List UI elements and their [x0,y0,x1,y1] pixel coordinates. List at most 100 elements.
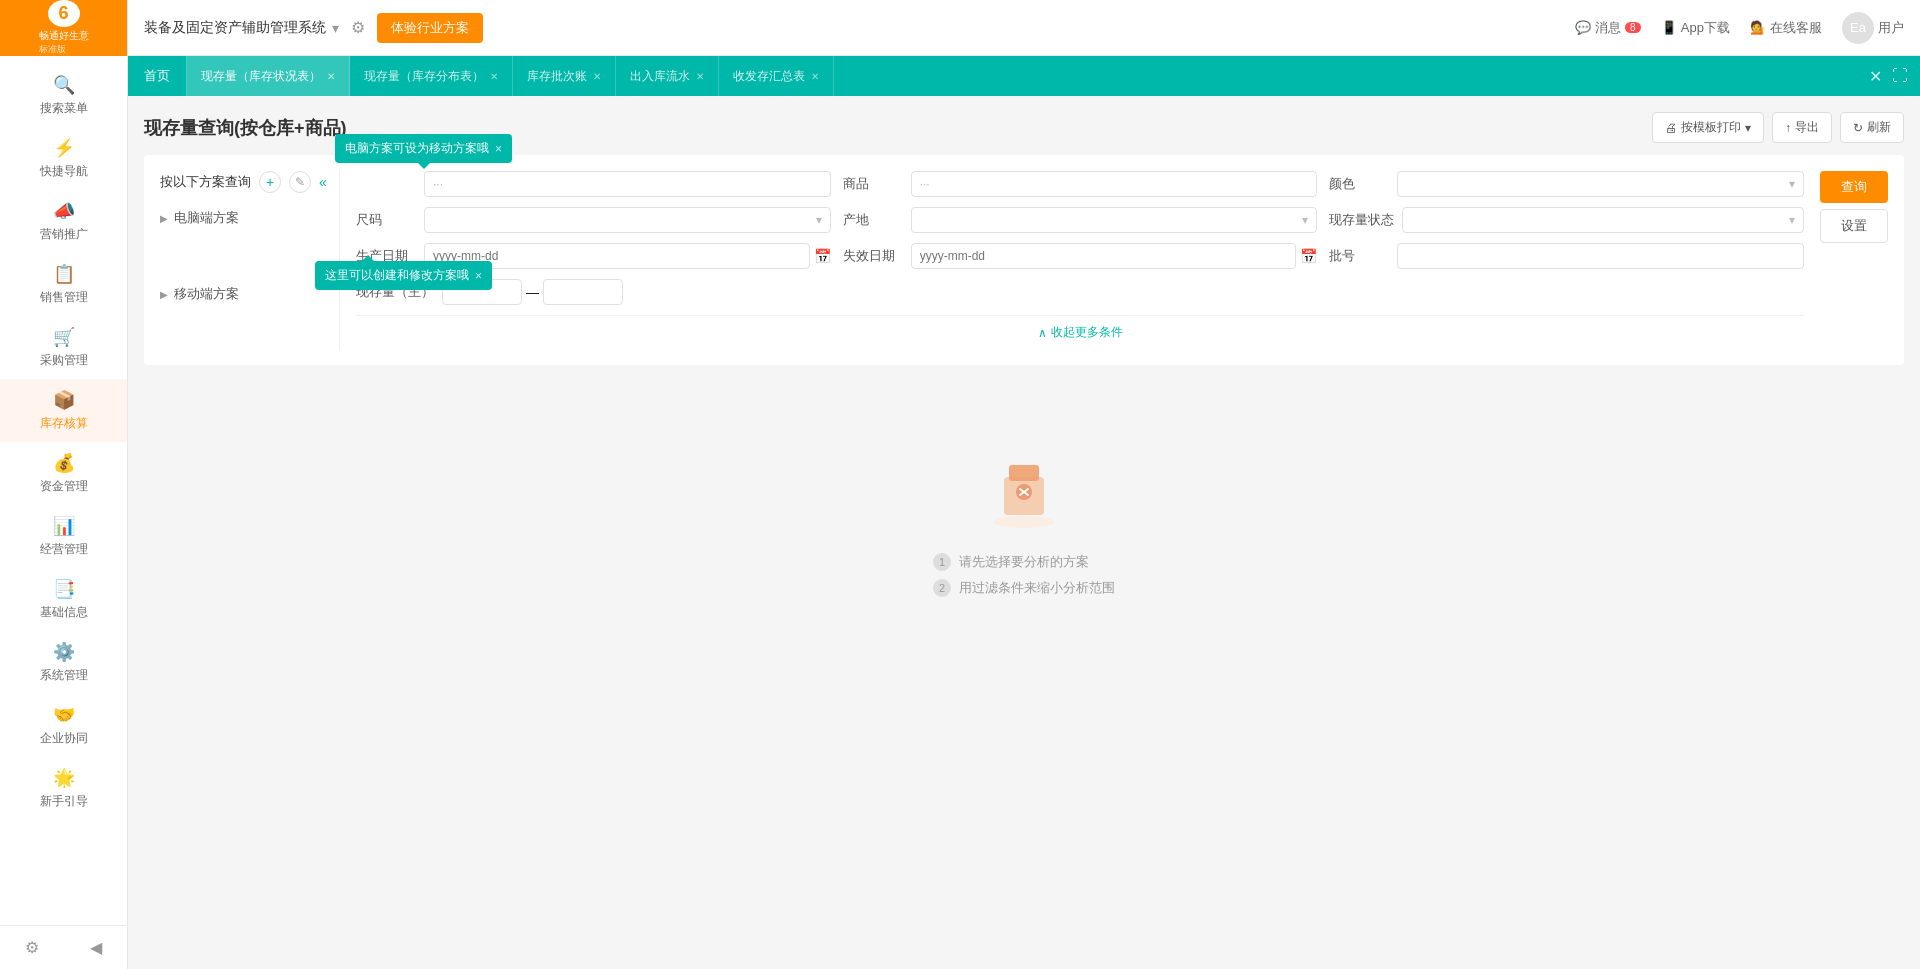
color-select[interactable]: ▾ [1397,171,1804,197]
tab-close-icon-0[interactable]: ✕ [327,71,335,82]
color-select-arrow: ▾ [1789,177,1795,191]
filter-row-2: 尺码 ▾ 产地 ▾ [356,207,1804,233]
header-settings-btn[interactable]: ⚙ [351,18,365,37]
purchase-icon: 🛒 [53,326,75,348]
warehouse-select[interactable]: ··· [424,171,831,197]
add-scheme-tooltip: 电脑方案可设为移动方案哦 × [335,134,512,163]
filter-panel: 按以下方案查询 + ✎ « 电脑方案可设为移动方案哦 × ▶ 电脑端方案 [144,155,1904,365]
size-select[interactable]: ▾ [424,207,831,233]
tab-expand-icon[interactable]: ⛶ [1892,67,1908,85]
filter-field-size: 尺码 ▾ [356,207,831,233]
online-service-btn[interactable]: 💁 在线客服 [1750,19,1822,37]
tab-right: ✕ ⛶ [1869,56,1920,96]
status-select[interactable]: ▾ [1402,207,1804,233]
filter-row-4: 现存量（主） — [356,279,1804,305]
empty-tip-2: 2 用过滤条件来缩小分析范围 [933,579,1115,597]
tab-close-icon-2[interactable]: ✕ [593,71,601,82]
print-template-btn[interactable]: 🖨 按模板打印 ▾ [1652,112,1764,143]
export-btn[interactable]: ↑ 导出 [1772,112,1832,143]
sidebar-item-quick[interactable]: ⚡ 快捷导航 [0,127,127,190]
filter-field-expire-date: 失效日期 📅 [843,243,1318,269]
expire-date-label: 失效日期 [843,247,903,265]
tab-close-all-icon[interactable]: ✕ [1869,67,1882,86]
produce-date-calendar-icon[interactable]: 📅 [814,248,831,264]
scheme-list-mobile: ▶ 移动端方案 [160,281,327,307]
logo-icon: 6 [48,0,80,27]
filter-edit-btn[interactable]: ✎ [289,171,311,193]
search-btn[interactable]: 查询 [1820,171,1888,203]
sidebar-item-purchase[interactable]: 🛒 采购管理 [0,316,127,379]
phone-icon: 📱 [1661,20,1677,35]
basic-icon: 📑 [53,578,75,600]
reset-btn[interactable]: 设置 [1820,209,1888,243]
sidebar-footer: ⚙ ◀ [0,925,127,969]
app-download-btn[interactable]: 📱 App下载 [1661,19,1730,37]
warehouse-dots[interactable]: ··· [433,177,443,191]
guide-icon: 🌟 [53,767,75,789]
tab-inventory-status[interactable]: 现存量（库存状况表） ✕ [187,56,350,96]
print-icon: 🖨 [1665,121,1677,135]
tab-inout-flow[interactable]: 出入库流水 ✕ [616,56,719,96]
sidebar-item-sales[interactable]: 📋 销售管理 [0,253,127,316]
empty-tips: 1 请先选择要分析的方案 2 用过滤条件来缩小分析范围 [933,553,1115,605]
page-content: 现存量查询(按仓库+商品) 🖨 按模板打印 ▾ ↑ 导出 ↻ 刷新 [128,96,1920,969]
logo-text: 畅通好生意 标准版 [39,29,89,56]
message-btn[interactable]: 💬 消息 8 [1575,19,1641,37]
filter-row-3: 生产日期 📅 失效日期 📅 [356,243,1804,269]
filter-header: 按以下方案查询 + ✎ « [160,171,327,193]
tab-close-icon-4[interactable]: ✕ [811,71,819,82]
sidebar-item-finance[interactable]: 💰 资金管理 [0,442,127,505]
product-label: 商品 [843,175,903,193]
scheme-left: 按以下方案查询 + ✎ « 电脑方案可设为移动方案哦 × ▶ 电脑端方案 [160,171,340,349]
top-header: 装备及固定资产辅助管理系统 ▾ ⚙ 体验行业方案 💬 消息 8 📱 App下载 … [128,0,1920,56]
sidebar-item-operation[interactable]: 📊 经营管理 [0,505,127,568]
sidebar-logo: 6 畅通好生意 标准版 [0,0,127,56]
print-dropdown-icon[interactable]: ▾ [1745,121,1751,135]
batch-input[interactable] [1397,243,1804,269]
expire-date-from[interactable] [911,243,1297,269]
expire-date-calendar-icon[interactable]: 📅 [1300,248,1317,264]
tab-close-icon-1[interactable]: ✕ [490,71,498,82]
sidebar-item-basic[interactable]: 📑 基础信息 [0,568,127,631]
sidebar-item-system[interactable]: ⚙️ 系统管理 [0,631,127,694]
sidebar-item-guide[interactable]: 🌟 新手引导 [0,757,127,820]
industry-btn[interactable]: 体验行业方案 [377,13,483,43]
filter-header-label: 按以下方案查询 [160,173,251,191]
scheme-tooltip-close[interactable]: × [475,269,482,283]
filter-field-origin: 产地 ▾ [843,207,1318,233]
empty-state: 1 请先选择要分析的方案 2 用过滤条件来缩小分析范围 [144,377,1904,665]
system-dropdown-icon[interactable]: ▾ [332,20,339,36]
status-select-arrow: ▾ [1789,213,1795,227]
sidebar-item-search[interactable]: 🔍 搜索菜单 [0,64,127,127]
collapse-bar[interactable]: ∧ 收起更多条件 [356,315,1804,349]
service-icon: 💁 [1750,20,1766,35]
footer-settings-btn[interactable]: ⚙ [25,938,39,957]
tip-num-2: 2 [933,579,951,597]
tab-inventory-distribution[interactable]: 现存量（库存分布表） ✕ [350,56,513,96]
filter-arrow-btn[interactable]: « [319,174,327,190]
export-icon: ↑ [1785,121,1791,135]
scheme-item-mobile[interactable]: ▶ 移动端方案 [160,281,327,307]
tab-home[interactable]: 首页 [128,56,187,96]
origin-label: 产地 [843,211,903,229]
refresh-btn[interactable]: ↻ 刷新 [1840,112,1904,143]
filter-add-btn[interactable]: + [259,171,281,193]
tab-batch-account[interactable]: 库存批次账 ✕ [513,56,616,96]
scheme-item-desktop[interactable]: ▶ 电脑端方案 [160,205,327,231]
origin-select[interactable]: ▾ [911,207,1318,233]
message-icon: 💬 [1575,20,1591,35]
inventory-max[interactable] [543,279,623,305]
sidebar-item-marketing[interactable]: 📣 营销推广 [0,190,127,253]
tab-close-icon-3[interactable]: ✕ [696,71,704,82]
product-select[interactable]: ··· [911,171,1318,197]
sidebar-item-enterprise[interactable]: 🤝 企业协同 [0,694,127,757]
sales-icon: 📋 [53,263,75,285]
user-btn[interactable]: Ea 用户 [1842,12,1904,44]
add-tooltip-close[interactable]: × [495,142,502,156]
tab-summary[interactable]: 收发存汇总表 ✕ [719,56,834,96]
enterprise-icon: 🤝 [53,704,75,726]
sidebar-item-inventory[interactable]: 📦 库存核算 [0,379,127,442]
footer-collapse-btn[interactable]: ◀ [90,938,102,957]
product-dots[interactable]: ··· [920,177,930,191]
filter-field-status: 现存量状态 ▾ [1329,207,1804,233]
